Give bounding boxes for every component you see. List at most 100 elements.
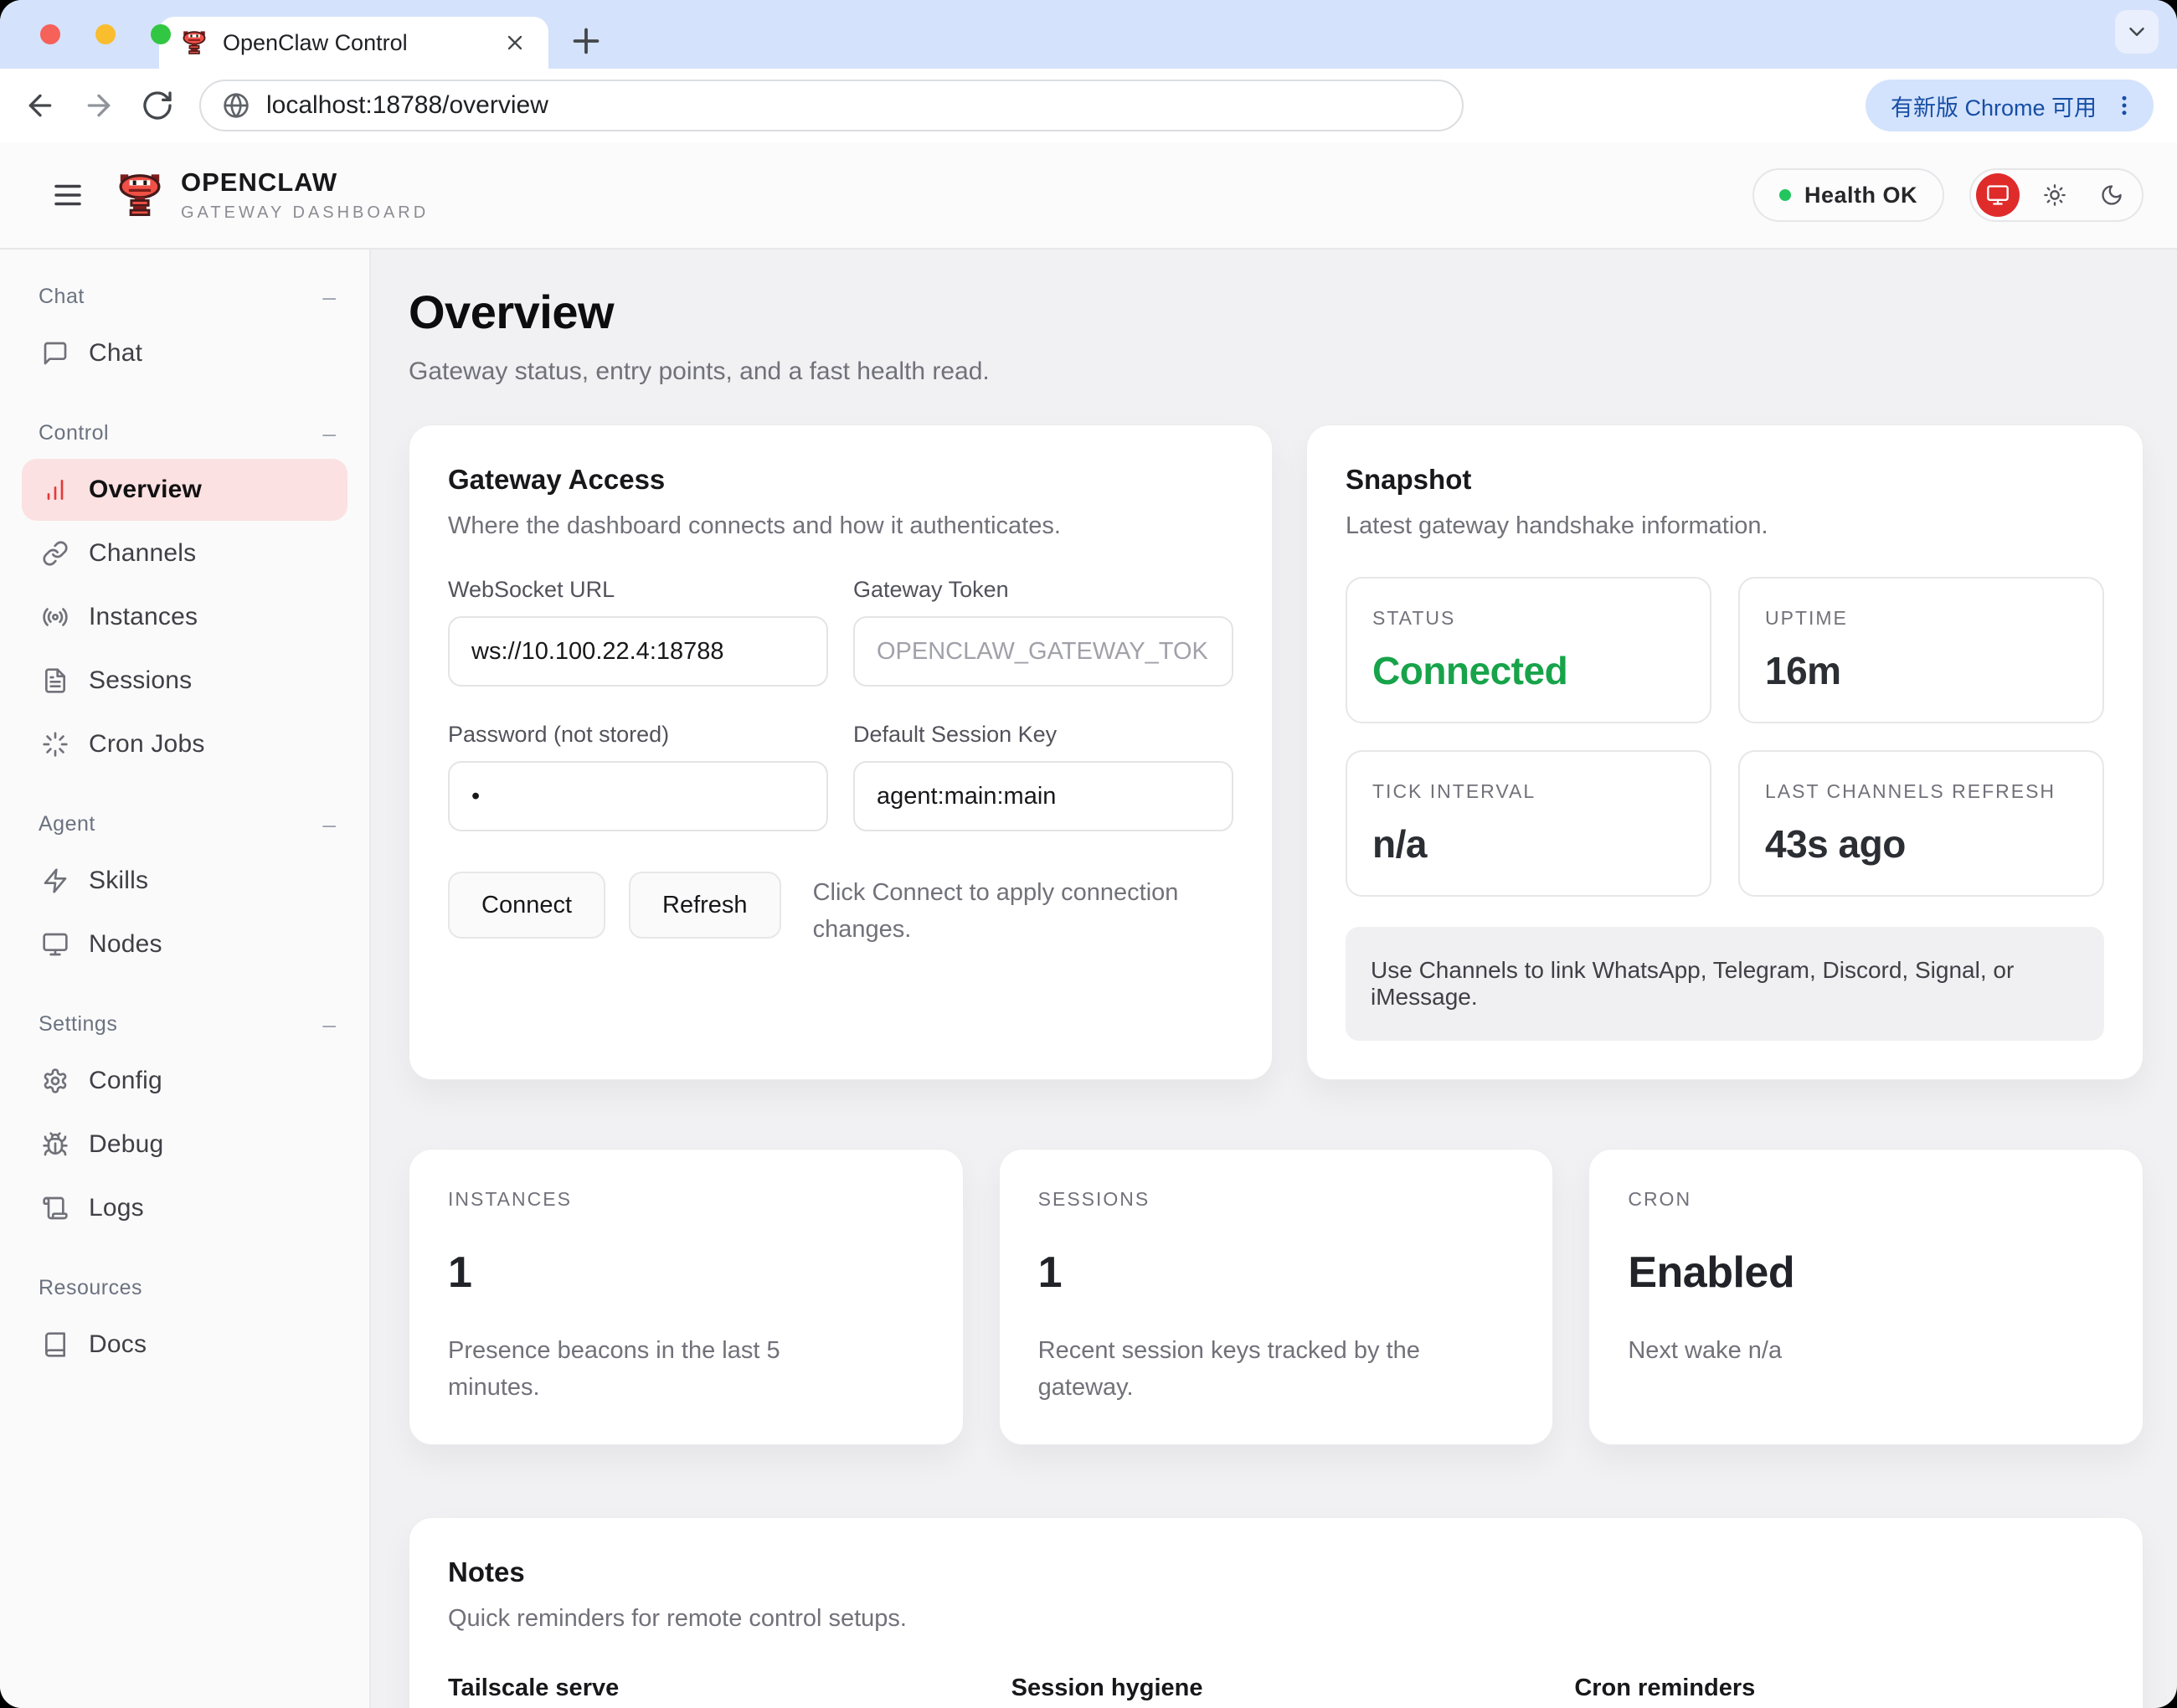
stat-card-description: Next wake n/a [1628,1333,2030,1370]
sidebar-section-header-control[interactable]: Control– [22,409,347,457]
sidebar-section-label: Chat [39,285,85,309]
sidebar-item-overview[interactable]: Overview [22,459,347,521]
sidebar-item-cron-jobs[interactable]: Cron Jobs [22,713,347,775]
sidebar-item-chat[interactable]: Chat [22,322,347,384]
snapshot-stat-last-channels-refresh: LAST CHANNELS REFRESH 43s ago [1738,750,2104,897]
field-password-not-stored-input[interactable] [448,761,828,831]
field-default-session-key: Default Session Key [853,722,1233,831]
note-title: Cron reminders [1574,1675,2104,1702]
minimize-window-button[interactable] [95,24,116,44]
theme-dark-button[interactable] [2090,173,2133,217]
monitor-icon [42,931,69,958]
health-status-badge: Health OK [1752,168,1944,222]
note-title: Tailscale serve [448,1675,978,1702]
stat-card-sessions: SESSIONS1Recent session keys tracked by … [999,1149,1554,1445]
moon-icon [2100,183,2123,207]
field-gateway-token-input[interactable] [853,616,1233,687]
sidebar-item-docs[interactable]: Docs [22,1314,347,1376]
browser-menu-icon[interactable] [2112,93,2137,118]
close-tab-icon[interactable] [503,31,527,54]
health-label: Health OK [1804,183,1917,208]
radio-icon [42,604,69,630]
note-cron-reminders: Cron remindersUse isolated sessions for … [1574,1675,2104,1708]
collapse-icon[interactable]: – [322,813,336,836]
chrome-update-button[interactable]: 有新版 Chrome 可用 [1866,80,2154,131]
field-label: Default Session Key [853,722,1233,748]
page-subtitle: Gateway status, entry points, and a fast… [409,358,2144,386]
address-bar[interactable] [199,80,1464,131]
new-tab-button[interactable] [567,22,605,60]
stat-card-value: Enabled [1628,1248,2104,1298]
sidebar-item-nodes[interactable]: Nodes [22,913,347,975]
reload-button[interactable] [141,89,174,122]
brand: OPENCLAW GATEWAY DASHBOARD [116,167,429,223]
stat-value: Connected [1372,648,1685,693]
brand-subtitle: GATEWAY DASHBOARD [181,203,429,223]
close-window-button[interactable] [40,24,60,44]
sidebar-item-instances[interactable]: Instances [22,586,347,648]
sidebar-item-skills[interactable]: Skills [22,850,347,912]
sidebar-item-label: Skills [89,867,148,895]
refresh-button[interactable]: Refresh [629,872,781,939]
sidebar-toggle-button[interactable] [50,177,85,213]
stat-label: LAST CHANNELS REFRESH [1765,780,2077,803]
sidebar-item-label: Sessions [89,666,192,695]
globe-icon [223,92,250,119]
note-session-hygiene: Session hygieneUse /new or sessions.patc… [1011,1675,1541,1708]
loader-icon [42,731,69,758]
stat-card-value: 1 [448,1248,924,1298]
sidebar-item-label: Logs [89,1194,144,1222]
sidebar-section-header-settings[interactable]: Settings – [22,1001,347,1048]
snapshot-stat-uptime: UPTIME16m [1738,577,2104,723]
sidebar-item-label: Nodes [89,930,162,959]
sidebar-item-sessions[interactable]: Sessions [22,650,347,712]
sidebar-item-label: Channels [89,539,196,568]
sidebar-item-config[interactable]: Config [22,1050,347,1112]
tab-search-chevron-button[interactable] [2115,10,2159,54]
notes-card: Notes Quick reminders for remote control… [409,1517,2144,1708]
sidebar-section-header-chat[interactable]: Chat – [22,273,347,321]
zoom-window-button[interactable] [151,24,171,44]
theme-light-button[interactable] [2033,173,2077,217]
collapse-icon[interactable]: – [322,286,336,309]
stat-card-instances: INSTANCES1Presence beacons in the last 5… [409,1149,964,1445]
sidebar-item-label: Overview [89,476,202,504]
connect-hint: Click Connect to apply connection change… [813,875,1215,948]
stat-value: 43s ago [1765,821,2077,867]
browser-tab[interactable]: OpenClaw Control [159,17,548,69]
collapse-icon[interactable]: – [322,422,336,445]
lobster-favicon [181,29,208,56]
back-button[interactable] [23,89,57,122]
theme-switcher [1969,168,2144,222]
field-gateway-token: Gateway Token [853,577,1233,687]
stat-value: n/a [1372,821,1685,867]
sidebar-item-logs[interactable]: Logs [22,1177,347,1239]
sidebar-section-header-agent[interactable]: Agent– [22,800,347,848]
snapshot-stat-tick-interval: TICK INTERVAL n/a [1346,750,1711,897]
sidebar-section-label: Settings [39,1012,117,1037]
theme-system-button[interactable] [1976,173,2020,217]
page-title: Overview [409,285,2144,339]
stat-label: UPTIME [1765,607,2077,630]
field-password-not-stored: Password (not stored) [448,722,828,831]
url-input[interactable] [266,91,1440,120]
sidebar: Chat – Chat Control– Overview Channels Instanc… [0,250,371,1708]
collapse-icon[interactable]: – [322,1013,336,1037]
stat-label: TICK INTERVAL [1372,780,1685,803]
field-default-session-key-input[interactable] [853,761,1233,831]
connect-button[interactable]: Connect [448,872,605,939]
stat-card-label: CRON [1628,1188,2104,1211]
snapshot-card: Snapshot Latest gateway handshake inform… [1306,424,2144,1080]
snapshot-stat-status: STATUSConnected [1346,577,1711,723]
sidebar-item-label: Debug [89,1130,163,1159]
chevron-down-icon [2124,19,2149,44]
snapshot-title: Snapshot [1346,464,2104,496]
stat-card-description: Presence beacons in the last 5 minutes. [448,1333,850,1406]
scroll-icon [42,1195,69,1222]
sidebar-item-label: Chat [89,339,142,368]
tab-strip: OpenClaw Control [0,0,2177,69]
field-websocket-url-input[interactable] [448,616,828,687]
forward-button[interactable] [82,89,116,122]
sidebar-item-debug[interactable]: Debug [22,1114,347,1176]
sidebar-item-channels[interactable]: Channels [22,522,347,584]
